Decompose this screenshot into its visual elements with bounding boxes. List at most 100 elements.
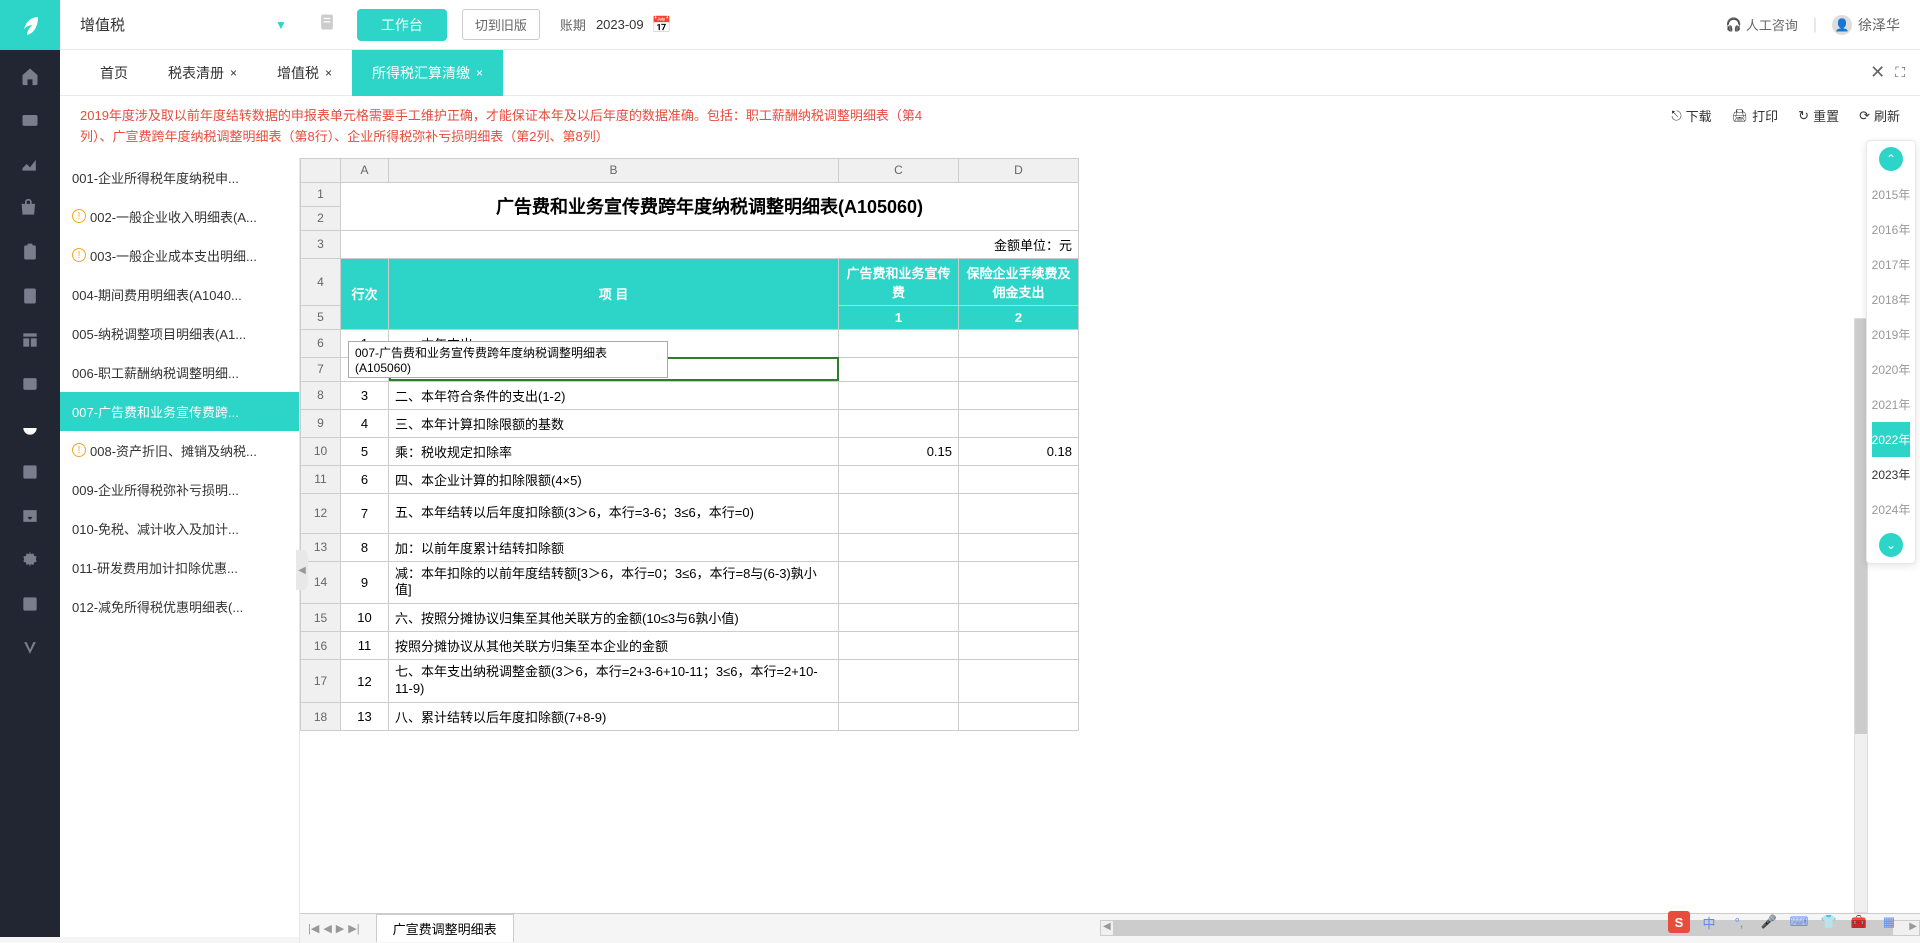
close-tabs-icon[interactable]: ✕ (1870, 62, 1885, 83)
ime-skin-icon[interactable]: 👕 (1818, 911, 1840, 933)
year-item[interactable]: 2016年 (1872, 212, 1911, 247)
consult-link[interactable]: 🎧 人工咨询 (1726, 15, 1798, 34)
value-cell-c[interactable] (839, 493, 959, 533)
form-list-item[interactable]: !003-一般企业成本支出明细... (60, 236, 299, 275)
ime-punct-icon[interactable]: °, (1728, 911, 1750, 933)
value-cell-c[interactable] (839, 465, 959, 493)
item-cell[interactable]: 按照分摊协议从其他关联方归集至本企业的金额 (389, 632, 839, 660)
sheet-grid[interactable]: A B C D 1广告费和业务宣传费跨年度纳税调整明细表(A105060) 2 … (300, 158, 1920, 913)
item-cell[interactable]: 四、本企业计算的扣除限额(4×5) (389, 465, 839, 493)
download-button[interactable]: ⎋下载 (1671, 106, 1711, 125)
bowl-icon[interactable] (19, 417, 41, 439)
header-sub-d[interactable]: 2 (959, 305, 1079, 329)
unit-cell[interactable]: 金额单位：元 (341, 230, 1079, 258)
form-list-item[interactable]: 004-期间费用明细表(A1040... (60, 275, 299, 314)
row-header[interactable]: 9 (301, 409, 341, 437)
row-header[interactable]: 6 (301, 329, 341, 357)
corner-cell[interactable] (301, 158, 341, 182)
year-item[interactable]: 2017年 (1872, 247, 1911, 282)
item-cell[interactable]: 三、本年计算扣除限额的基数 (389, 409, 839, 437)
year-item[interactable]: 2018年 (1872, 282, 1911, 317)
rownum-cell[interactable]: 6 (341, 465, 389, 493)
item-cell[interactable]: 加：以前年度累计结转扣除额 (389, 533, 839, 561)
calendar-icon[interactable]: 📅 (652, 15, 672, 35)
value-cell-c[interactable] (839, 329, 959, 357)
ime-lang-icon[interactable]: 中 (1698, 911, 1720, 933)
year-scroll-up[interactable]: ⌃ (1879, 147, 1903, 171)
year-item[interactable]: 2024年 (1872, 492, 1911, 527)
col-header-b[interactable]: B (389, 158, 839, 182)
value-cell-d[interactable] (959, 493, 1079, 533)
scroll-right-icon[interactable]: ▶ (1909, 921, 1917, 932)
row-header[interactable]: 11 (301, 465, 341, 493)
rownum-cell[interactable]: 3 (341, 381, 389, 409)
year-item[interactable]: 2023年 (1872, 457, 1911, 492)
wallet-icon[interactable] (19, 109, 41, 131)
row-header[interactable]: 10 (301, 437, 341, 465)
rownum-cell[interactable]: 9 (341, 561, 389, 604)
year-scroll-down[interactable]: ⌄ (1879, 533, 1903, 557)
row-header[interactable]: 1 (301, 182, 341, 206)
rownum-cell[interactable]: 8 (341, 533, 389, 561)
form-list-item[interactable]: 007-广告费和业务宣传费跨... (60, 392, 299, 431)
ime-mic-icon[interactable]: 🎤 (1758, 911, 1780, 933)
close-icon[interactable]: × (230, 66, 237, 80)
value-cell-d[interactable] (959, 660, 1079, 703)
scroll-left-icon[interactable]: ◀ (1103, 921, 1111, 932)
row-header[interactable]: 3 (301, 230, 341, 258)
form-list-item[interactable]: !008-资产折旧、摊销及纳税... (60, 431, 299, 470)
collapse-handle[interactable]: ◀ (296, 550, 308, 590)
rownum-cell[interactable]: 10 (341, 604, 389, 632)
value-cell-c[interactable] (839, 409, 959, 437)
value-cell-c[interactable] (839, 604, 959, 632)
header-sub-c[interactable]: 1 (839, 305, 959, 329)
form-list-item[interactable]: 011-研发费用加计扣除优惠... (60, 548, 299, 587)
row-header[interactable]: 8 (301, 381, 341, 409)
safe-icon[interactable] (19, 373, 41, 395)
close-icon[interactable]: × (476, 66, 483, 80)
gear-icon[interactable] (19, 549, 41, 571)
inbox-icon[interactable] (19, 505, 41, 527)
home-icon[interactable] (19, 65, 41, 87)
value-cell-d[interactable] (959, 409, 1079, 437)
reset-button[interactable]: ↻重置 (1798, 106, 1839, 125)
tab[interactable]: 首页 (80, 50, 148, 96)
header-item[interactable]: 项 目 (389, 258, 839, 329)
nav-first-icon[interactable]: |◀ (308, 922, 319, 935)
template-icon[interactable] (19, 329, 41, 351)
value-cell-d[interactable] (959, 357, 1079, 381)
value-cell-d[interactable] (959, 561, 1079, 604)
nav-last-icon[interactable]: ▶| (348, 922, 359, 935)
row-header[interactable]: 7 (301, 357, 341, 381)
item-cell[interactable]: 八、累计结转以后年度扣除额(7+8-9) (389, 703, 839, 731)
form-list-item[interactable]: 010-免税、减计收入及加计... (60, 509, 299, 548)
value-cell-d[interactable] (959, 604, 1079, 632)
clipboard-icon[interactable] (19, 241, 41, 263)
bag-icon[interactable] (19, 197, 41, 219)
row-header[interactable]: 15 (301, 604, 341, 632)
document-icon[interactable] (317, 12, 337, 37)
col-header-d[interactable]: D (959, 158, 1079, 182)
ime-logo-icon[interactable]: S (1668, 911, 1690, 933)
value-cell-c[interactable] (839, 632, 959, 660)
sheet-tab[interactable]: 广宣费调整明细表 (376, 914, 514, 942)
header-col-d[interactable]: 保险企业手续费及佣金支出 (959, 258, 1079, 305)
form-list-item[interactable]: 006-职工薪酬纳税调整明细... (60, 353, 299, 392)
value-cell-d[interactable] (959, 465, 1079, 493)
user-menu[interactable]: 👤 徐泽华 (1832, 15, 1900, 35)
tab[interactable]: 所得税汇算清缴× (352, 50, 503, 96)
tab[interactable]: 增值税× (257, 50, 352, 96)
v-icon[interactable] (19, 637, 41, 659)
rownum-cell[interactable]: 12 (341, 660, 389, 703)
old-version-button[interactable]: 切到旧版 (462, 9, 540, 40)
play-icon[interactable] (19, 593, 41, 615)
value-cell-c[interactable] (839, 357, 959, 381)
value-cell-c[interactable] (839, 660, 959, 703)
chart-icon[interactable] (19, 153, 41, 175)
tab[interactable]: 税表清册× (148, 50, 257, 96)
nav-prev-icon[interactable]: ◀ (323, 922, 331, 935)
value-cell-d[interactable] (959, 381, 1079, 409)
company-selector[interactable]: 增值税 ▼ (60, 14, 307, 35)
sheet-title[interactable]: 广告费和业务宣传费跨年度纳税调整明细表(A105060) (341, 182, 1079, 230)
form-list-item[interactable]: 001-企业所得税年度纳税申... (60, 158, 299, 197)
